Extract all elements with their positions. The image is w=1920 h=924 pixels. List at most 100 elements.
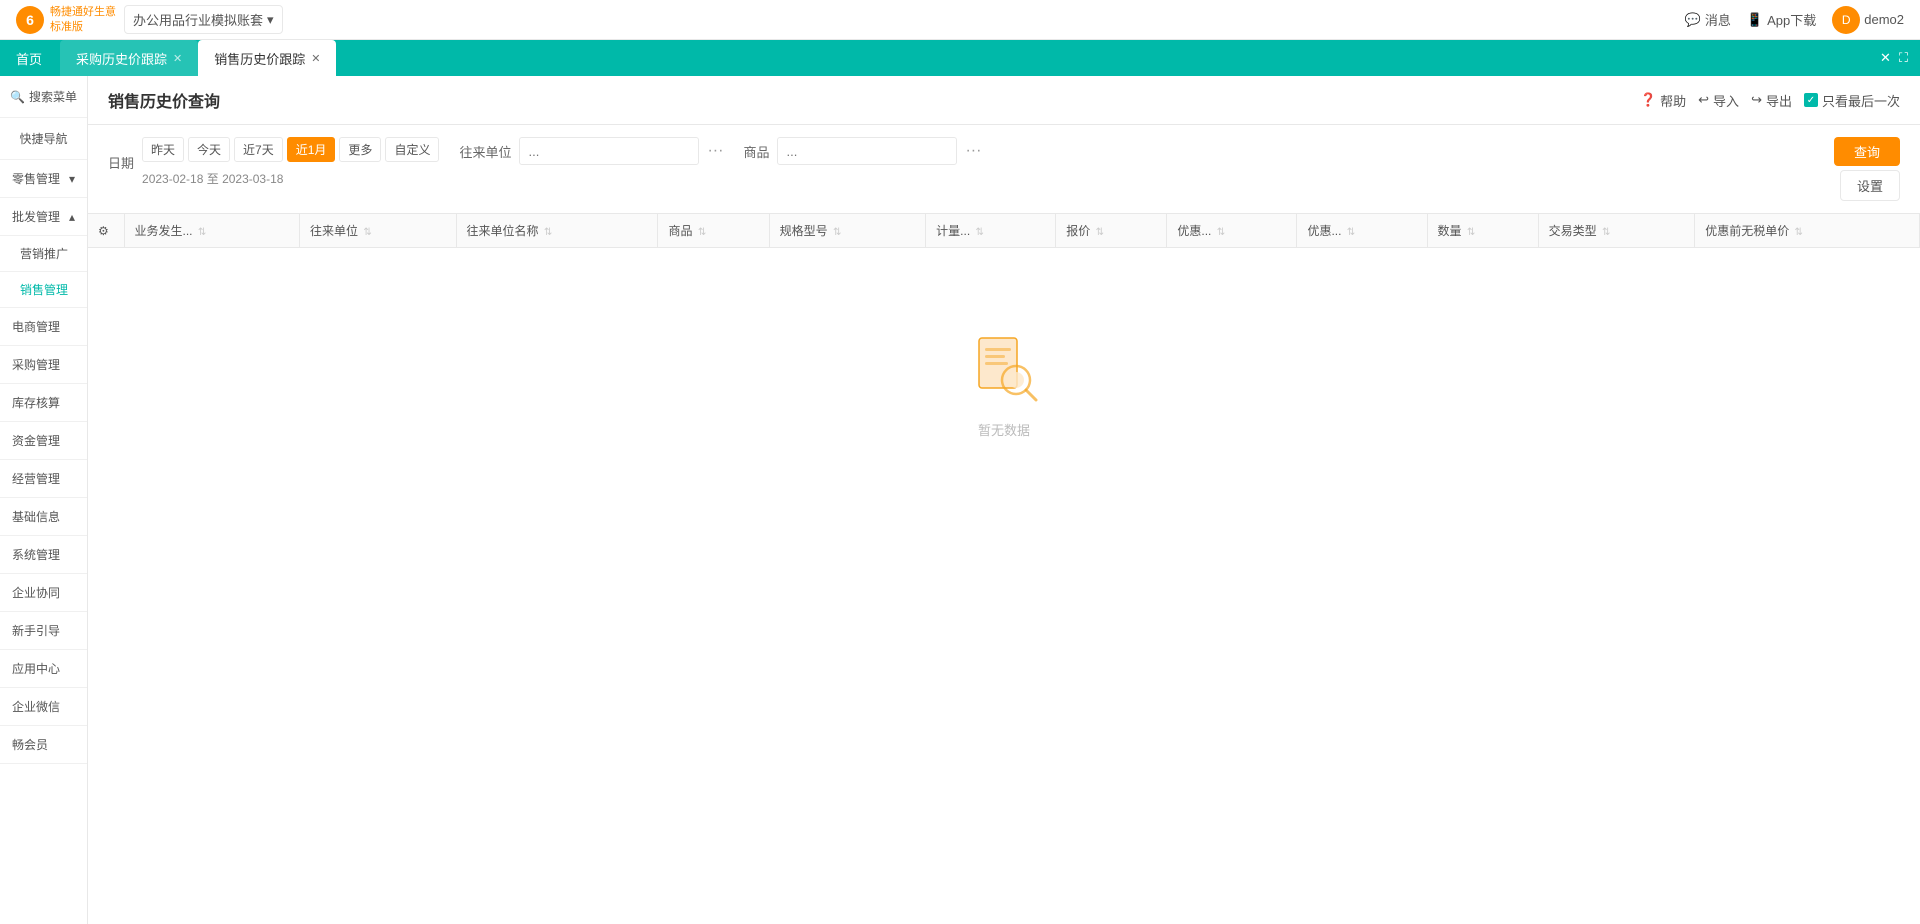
sidebar-item-capital[interactable]: 资金管理 [0, 422, 87, 460]
date-btn-more[interactable]: 更多 [339, 137, 381, 162]
partner-filter-group: 往来单位 ··· [459, 137, 723, 165]
date-btn-7days[interactable]: 近7天 [234, 137, 283, 162]
sidebar-item-retail[interactable]: 零售管理 ▾ [0, 160, 87, 198]
sort-icon: ⇅ [198, 227, 206, 238]
export-btn[interactable]: ↪ 导出 [1751, 91, 1792, 110]
sidebar-item-purchase[interactable]: 采购管理 [0, 346, 87, 384]
sidebar-item-ecommerce[interactable]: 电商管理 [0, 308, 87, 346]
goods-label: 商品 [743, 142, 769, 161]
gear-icon[interactable]: ⚙ [98, 224, 109, 238]
tab-sales-label: 销售历史价跟踪 [214, 49, 305, 68]
sort-icon: ⇅ [1217, 227, 1225, 238]
filter-right: 查询 设置 [1834, 137, 1900, 201]
download-icon: 📱 [1747, 12, 1763, 28]
sort-icon: ⇅ [698, 227, 706, 238]
tab-purchase-history[interactable]: 采购历史价跟踪 ✕ [60, 40, 198, 76]
sidebar-item-shortcut[interactable]: 快捷导航 [0, 118, 87, 160]
sidebar-item-basic-info[interactable]: 基础信息 [0, 498, 87, 536]
date-btn-today[interactable]: 今天 [188, 137, 230, 162]
tab-bar: 首页 采购历史价跟踪 ✕ 销售历史价跟踪 ✕ ✕ ⛶ [0, 40, 1920, 76]
page-header-actions: ❓ 帮助 ↩ 导入 ↪ 导出 ✓ 只看最后一次 [1640, 91, 1900, 122]
sidebar-item-app-center[interactable]: 应用中心 [0, 650, 87, 688]
tab-bar-actions: ✕ ⛶ [1880, 50, 1920, 66]
import-icon: ↩ [1698, 92, 1709, 108]
message-icon: 💬 [1685, 12, 1701, 28]
top-bar-right: 💬 消息 📱 App下载 D demo2 [1685, 6, 1904, 34]
sidebar-item-guide[interactable]: 新手引导 [0, 612, 87, 650]
chevron-down-icon: ▾ [69, 172, 75, 186]
sort-icon: ⇅ [544, 227, 552, 238]
date-btn-yesterday[interactable]: 昨天 [142, 137, 184, 162]
sort-icon: ⇅ [1347, 227, 1355, 238]
table-col-price[interactable]: 报价 ⇅ [1056, 214, 1167, 248]
sort-icon: ⇅ [1602, 227, 1610, 238]
tab-home-label: 首页 [16, 49, 42, 68]
sidebar-item-wechat[interactable]: 企业微信 [0, 688, 87, 726]
date-btn-custom[interactable]: 自定义 [385, 137, 439, 162]
goods-dots-icon[interactable]: ··· [965, 142, 981, 160]
top-bar: 6 畅捷通好生意 标准版 办公用品行业模拟账套 ▾ 💬 消息 📱 App下载 D… [0, 0, 1920, 40]
empty-illustration [964, 328, 1044, 408]
sidebar-item-sales-mgmt[interactable]: 销售管理 [0, 272, 87, 308]
table-col-partner-name[interactable]: 往来单位名称 ⇅ [456, 214, 658, 248]
table-col-discount2[interactable]: 优惠... ⇅ [1297, 214, 1427, 248]
table-col-discount1[interactable]: 优惠... ⇅ [1167, 214, 1297, 248]
app-selector[interactable]: 办公用品行业模拟账套 ▾ [124, 5, 283, 34]
sidebar-item-enterprise[interactable]: 企业协同 [0, 574, 87, 612]
sidebar-item-inventory[interactable]: 库存核算 [0, 384, 87, 422]
tab-purchase-label: 采购历史价跟踪 [76, 49, 167, 68]
sort-icon: ⇅ [1096, 227, 1104, 238]
close-icon[interactable]: ✕ [311, 52, 320, 65]
table-col-qty[interactable]: 数量 ⇅ [1427, 214, 1538, 248]
query-button[interactable]: 查询 [1834, 137, 1900, 166]
import-btn[interactable]: ↩ 导入 [1698, 91, 1739, 110]
help-btn[interactable]: ❓ 帮助 [1640, 91, 1686, 110]
message-btn[interactable]: 💬 消息 [1685, 10, 1731, 29]
sidebar-item-operations[interactable]: 经营管理 [0, 460, 87, 498]
checkbox-checked-icon: ✓ [1804, 93, 1818, 107]
sidebar: 🔍 搜索菜单 快捷导航 零售管理 ▾ 批发管理 ▴ 营销推广 销售管理 电商管理… [0, 76, 88, 924]
tab-fullscreen-icon[interactable]: ⛶ [1899, 50, 1908, 66]
tab-close-all-icon[interactable]: ✕ [1880, 50, 1891, 66]
help-icon: ❓ [1640, 92, 1656, 108]
only-last-checkbox[interactable]: ✓ 只看最后一次 [1804, 91, 1900, 110]
partner-input[interactable] [519, 137, 699, 165]
tab-home[interactable]: 首页 [0, 40, 58, 76]
table-col-spec[interactable]: 规格型号 ⇅ [769, 214, 926, 248]
sidebar-item-wholesale[interactable]: 批发管理 ▴ [0, 198, 87, 236]
data-table: ⚙ 业务发生... ⇅ 往来单位 ⇅ 往来单位名称 ⇅ [88, 214, 1920, 248]
search-icon: 🔍 [10, 90, 25, 104]
sidebar-item-member[interactable]: 畅会员 [0, 726, 87, 764]
goods-input[interactable] [777, 137, 957, 165]
page-header: 销售历史价查询 ❓ 帮助 ↩ 导入 ↪ 导出 ✓ 只看最后一次 [88, 76, 1920, 125]
tab-sales-history[interactable]: 销售历史价跟踪 ✕ [198, 40, 336, 76]
table-col-pre-tax-price[interactable]: 优惠前无税单价 ⇅ [1695, 214, 1920, 248]
logo-text: 畅捷通好生意 标准版 [50, 5, 116, 34]
table-col-settings[interactable]: ⚙ [88, 214, 124, 248]
partner-dots-icon[interactable]: ··· [707, 142, 723, 160]
goods-filter-group: 商品 ··· [743, 137, 981, 165]
sort-icon: ⇅ [833, 227, 841, 238]
date-btn-1month[interactable]: 近1月 [287, 137, 336, 162]
user-avatar[interactable]: D demo2 [1832, 6, 1904, 34]
table-col-biz-date[interactable]: 业务发生... ⇅ [124, 214, 299, 248]
date-label: 日期 [108, 153, 134, 172]
sidebar-item-search[interactable]: 🔍 搜索菜单 [0, 76, 87, 118]
settings-button[interactable]: 设置 [1840, 170, 1900, 201]
close-icon[interactable]: ✕ [173, 52, 182, 65]
sidebar-item-system[interactable]: 系统管理 [0, 536, 87, 574]
table-col-trade-type[interactable]: 交易类型 ⇅ [1538, 214, 1695, 248]
main-layout: 🔍 搜索菜单 快捷导航 零售管理 ▾ 批发管理 ▴ 营销推广 销售管理 电商管理… [0, 76, 1920, 924]
content: 销售历史价查询 ❓ 帮助 ↩ 导入 ↪ 导出 ✓ 只看最后一次 [88, 76, 1920, 924]
sort-icon: ⇅ [976, 227, 984, 238]
table-col-partner-code[interactable]: 往来单位 ⇅ [299, 214, 456, 248]
chevron-down-icon: ▾ [267, 12, 274, 28]
table-col-unit[interactable]: 计量... ⇅ [926, 214, 1056, 248]
download-btn[interactable]: 📱 App下载 [1747, 10, 1816, 29]
logo-icon: 6 [16, 6, 44, 34]
sidebar-item-marketing[interactable]: 营销推广 [0, 236, 87, 272]
sort-icon: ⇅ [1795, 227, 1803, 238]
sort-icon: ⇅ [363, 227, 371, 238]
logo-area: 6 畅捷通好生意 标准版 [16, 5, 116, 34]
table-col-goods[interactable]: 商品 ⇅ [658, 214, 769, 248]
